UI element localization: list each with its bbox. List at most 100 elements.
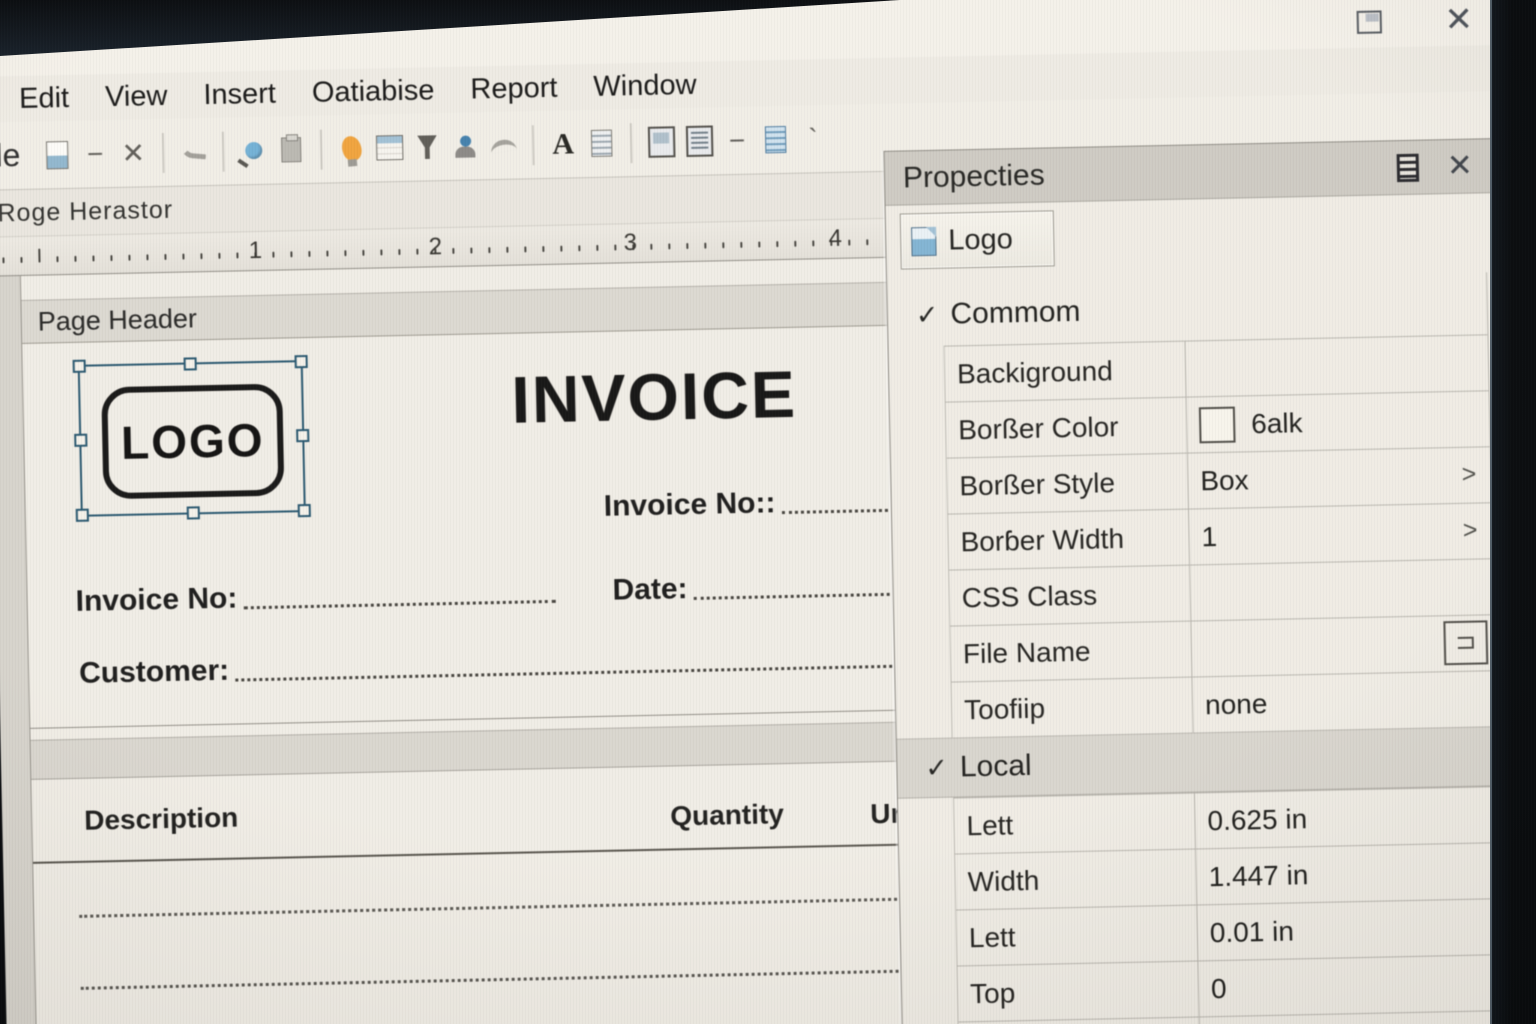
maximize-icon: [1356, 9, 1382, 34]
dash-icon[interactable]: −: [718, 117, 757, 164]
file-icon[interactable]: [38, 131, 77, 178]
user-icon[interactable]: [446, 123, 485, 170]
minus-icon[interactable]: −: [76, 131, 115, 178]
logo-element-selection[interactable]: LOGO: [72, 354, 311, 522]
invoice-no-label: Invoice No:: [75, 581, 238, 618]
toolbar-separator: [629, 122, 633, 163]
close-icon[interactable]: ✕: [114, 130, 153, 177]
property-label: Borɓer Width: [960, 522, 1125, 557]
property-label: Backiground: [956, 354, 1114, 389]
property-value[interactable]: 0.01 in: [1196, 899, 1501, 961]
invoice-no-field[interactable]: Invoice No:: [75, 567, 556, 619]
page-header-band[interactable]: Page Header: [21, 281, 898, 344]
property-value[interactable]: 0.625 in: [1193, 787, 1499, 849]
property-value[interactable]: [1184, 335, 1489, 397]
menu-item-insert[interactable]: Insert: [203, 77, 276, 112]
ruler-tick: [92, 255, 95, 262]
property-value[interactable]: 6alk: [1185, 391, 1490, 453]
new-report-icon[interactable]: [756, 116, 795, 163]
band-label: Page Header: [37, 302, 198, 337]
property-value-text: 6alk: [1250, 406, 1303, 439]
ruler-tick: [74, 255, 77, 262]
ruler-tick: [218, 252, 221, 259]
dock-icon[interactable]: [1396, 153, 1420, 183]
resize-handle-sw[interactable]: [75, 508, 89, 522]
ruler-tick: [722, 242, 725, 249]
report-icon[interactable]: [582, 120, 621, 167]
design-canvas[interactable]: Page Header LOGO INVOICE Invoice No:: In…: [20, 257, 914, 1024]
file-browse-button[interactable]: [1443, 620, 1489, 666]
menu-item-oatiabise[interactable]: Oatiabise: [312, 74, 435, 110]
property-row: File Name: [949, 614, 1495, 682]
tick-icon[interactable]: `: [794, 115, 833, 162]
ruler-tick: [2, 257, 5, 264]
property-value[interactable]: Box >: [1186, 447, 1491, 509]
check-icon: ✓: [915, 299, 939, 330]
highlighter-icon[interactable]: [332, 125, 371, 172]
ruler-tick: [344, 250, 347, 257]
ruler-tick: [380, 249, 383, 256]
property-value[interactable]: 0: [1197, 955, 1502, 1017]
customer-field[interactable]: Customer:: [79, 632, 905, 691]
menu-item-view[interactable]: View: [105, 79, 168, 113]
toolbar-separator: [319, 129, 323, 170]
color-swatch[interactable]: [1198, 406, 1236, 443]
ruler-tick: [596, 244, 599, 251]
menu-item-edit[interactable]: Edit: [19, 81, 70, 115]
font-icon[interactable]: A: [544, 121, 583, 168]
menu-item-report[interactable]: Report: [470, 71, 558, 106]
selected-object-button[interactable]: Logo: [899, 210, 1055, 270]
invoice-no-top-label: Invoice No::: [603, 486, 776, 523]
resize-handle-nw[interactable]: [72, 359, 86, 373]
file-menu-label[interactable]: ile: [0, 137, 29, 175]
property-value-text: none: [1204, 687, 1268, 720]
properties-titlebar[interactable]: Propecties ✕: [884, 139, 1494, 206]
property-value[interactable]: [1190, 615, 1495, 677]
resize-handle-ne[interactable]: [294, 354, 308, 369]
menu-item-window[interactable]: Window: [593, 68, 697, 103]
property-value[interactable]: [1189, 559, 1494, 621]
maximize-button[interactable]: [1351, 5, 1386, 38]
quantity-column-header[interactable]: Quantity: [670, 798, 784, 832]
filter-icon[interactable]: [408, 124, 447, 171]
zoom-icon[interactable]: [234, 127, 273, 174]
browse-icon: [1457, 636, 1474, 649]
property-value-text: 1: [1201, 520, 1218, 552]
undo-icon[interactable]: [174, 128, 213, 175]
property-row: Top 0: [956, 954, 1502, 1022]
ruler-tick: [182, 253, 185, 260]
property-value[interactable]: none: [1191, 671, 1496, 733]
property-value[interactable]: 1 >: [1187, 503, 1493, 565]
resize-handle-w[interactable]: [74, 433, 88, 447]
panel-close-button[interactable]: ✕: [1446, 148, 1473, 185]
paste-icon[interactable]: [272, 126, 311, 173]
logo-placeholder[interactable]: LOGO: [101, 383, 285, 500]
ruler-tick: [668, 243, 671, 250]
monitor-bezel-right: [1490, 0, 1536, 1024]
image-frame-icon[interactable]: [642, 119, 681, 166]
report-tab[interactable]: Roge Herastor: [0, 195, 173, 228]
table-icon[interactable]: [370, 124, 409, 171]
chevron-right-icon[interactable]: >: [1463, 515, 1478, 544]
window-close-button[interactable]: ✕: [1441, 1, 1476, 40]
ruler-tick: [578, 245, 581, 252]
text-frame-icon[interactable]: [680, 118, 719, 165]
date-field[interactable]: Date:: [612, 560, 903, 608]
resize-handle-s[interactable]: [186, 506, 200, 520]
toolbar-separator: [161, 132, 165, 173]
resize-handle-se[interactable]: [297, 503, 311, 518]
resize-handle-e[interactable]: [296, 428, 310, 443]
description-column-header[interactable]: Description: [84, 802, 239, 837]
resize-handle-n[interactable]: [183, 357, 197, 371]
wing-icon[interactable]: [484, 122, 523, 169]
property-label: Lett: [968, 920, 1016, 953]
chevron-right-icon[interactable]: >: [1461, 459, 1476, 488]
property-value-text: 0.01 in: [1209, 914, 1295, 948]
property-grid: ✓ Commom Backiground Borßer Color 6alk Borßer…: [887, 272, 1504, 1024]
property-value[interactable]: 1.447 in: [1195, 843, 1500, 905]
property-row: Borɓer Width 1 >: [947, 502, 1493, 570]
detail-band[interactable]: [30, 721, 907, 780]
invoice-no-top-field[interactable]: Invoice No::: [603, 476, 901, 524]
property-label: Borßer Color: [957, 410, 1119, 445]
invoice-title[interactable]: INVOICE: [511, 356, 798, 438]
